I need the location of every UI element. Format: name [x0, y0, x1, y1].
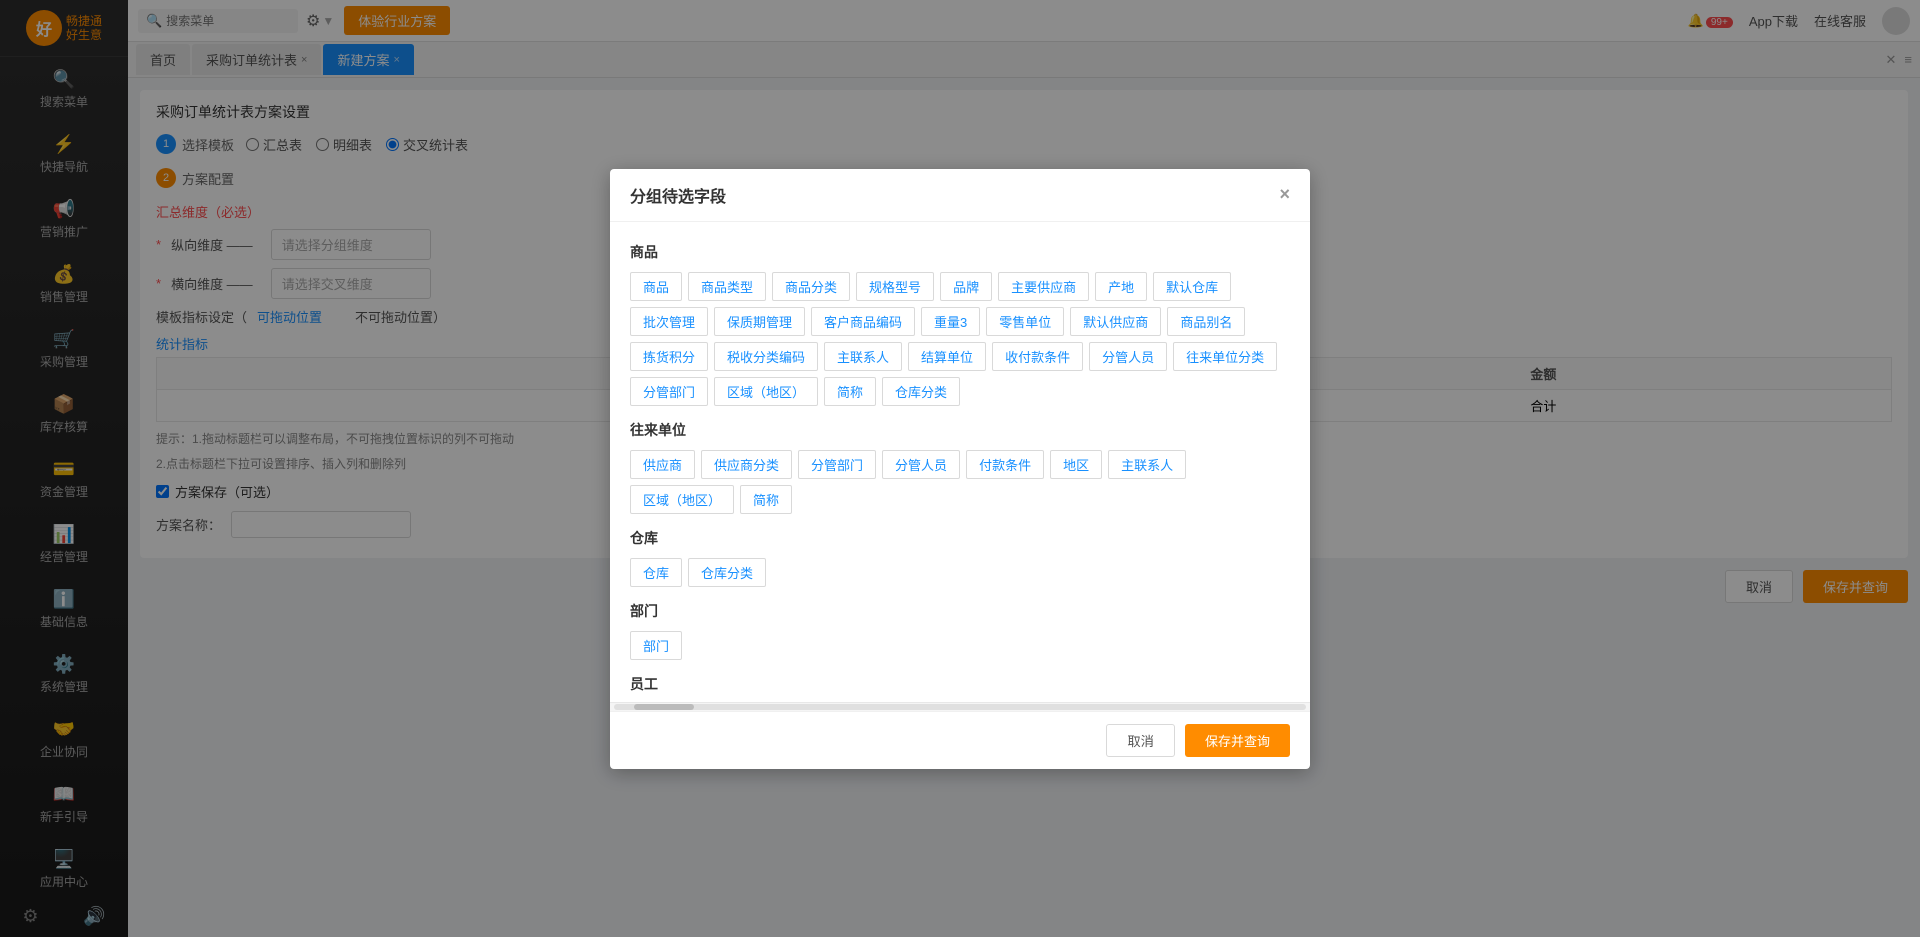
field-tag[interactable]: 简称	[824, 377, 876, 406]
field-tag[interactable]: 默认供应商	[1070, 307, 1161, 336]
modal-footer: 取消 保存并查询	[610, 711, 1310, 769]
field-tag[interactable]: 拣货积分	[630, 342, 708, 371]
field-tag[interactable]: 分管部门	[798, 450, 876, 479]
field-tag[interactable]: 税收分类编码	[714, 342, 818, 371]
modal-hscrollbar[interactable]	[610, 702, 1310, 711]
field-tag[interactable]: 商品类型	[688, 272, 766, 301]
field-grid-product: 商品 商品类型 商品分类 规格型号 品牌 主要供应商 产地 默认仓库 批次管理 …	[630, 272, 1290, 406]
field-tag[interactable]: 主要供应商	[998, 272, 1089, 301]
field-tag[interactable]: 结算单位	[908, 342, 986, 371]
field-tag[interactable]: 付款条件	[966, 450, 1044, 479]
modal-cancel-button[interactable]: 取消	[1106, 724, 1175, 757]
section-title-product: 商品	[630, 242, 1290, 262]
field-tag[interactable]: 商品别名	[1167, 307, 1245, 336]
h-scroll-thumb[interactable]	[634, 704, 694, 710]
field-tag[interactable]: 区域（地区）	[714, 377, 818, 406]
field-tag[interactable]: 分管部门	[630, 377, 708, 406]
section-title-employee: 员工	[630, 674, 1290, 694]
field-tag[interactable]: 往来单位分类	[1173, 342, 1277, 371]
section-title-department: 部门	[630, 601, 1290, 621]
field-tag[interactable]: 批次管理	[630, 307, 708, 336]
field-tag[interactable]: 仓库分类	[688, 558, 766, 587]
field-tag[interactable]: 商品	[630, 272, 682, 301]
field-tag[interactable]: 简称	[740, 485, 792, 514]
modal-close-button[interactable]: ×	[1279, 184, 1290, 205]
field-tag[interactable]: 分管人员	[882, 450, 960, 479]
field-tag[interactable]: 客户商品编码	[811, 307, 915, 336]
field-tag[interactable]: 零售单位	[986, 307, 1064, 336]
field-tag[interactable]: 规格型号	[856, 272, 934, 301]
field-tag[interactable]: 仓库分类	[882, 377, 960, 406]
field-tag[interactable]: 部门	[630, 631, 682, 660]
field-tag[interactable]: 主联系人	[1108, 450, 1186, 479]
field-grid-warehouse: 仓库 仓库分类	[630, 558, 1290, 587]
field-tag[interactable]: 产地	[1095, 272, 1147, 301]
field-tag[interactable]: 主联系人	[824, 342, 902, 371]
field-tag[interactable]: 保质期管理	[714, 307, 805, 336]
modal-body: 商品 商品 商品类型 商品分类 规格型号 品牌 主要供应商 产地 默认仓库 批次…	[610, 222, 1310, 702]
h-scroll-track	[614, 704, 1306, 710]
field-tag[interactable]: 分管人员	[1089, 342, 1167, 371]
section-title-counterpart: 往来单位	[630, 420, 1290, 440]
section-title-warehouse: 仓库	[630, 528, 1290, 548]
field-tag[interactable]: 商品分类	[772, 272, 850, 301]
field-tag[interactable]: 仓库	[630, 558, 682, 587]
field-tag[interactable]: 供应商分类	[701, 450, 792, 479]
field-tag[interactable]: 默认仓库	[1153, 272, 1231, 301]
modal-save-button[interactable]: 保存并查询	[1185, 724, 1290, 757]
field-select-modal: 分组待选字段 × 商品 商品 商品类型 商品分类 规格型号 品牌 主要供应商 产…	[610, 169, 1310, 769]
field-tag[interactable]: 收付款条件	[992, 342, 1083, 371]
field-tag[interactable]: 供应商	[630, 450, 695, 479]
modal-title: 分组待选字段	[630, 183, 726, 207]
field-tag[interactable]: 地区	[1050, 450, 1102, 479]
field-tag[interactable]: 区域（地区）	[630, 485, 734, 514]
field-grid-department: 部门	[630, 631, 1290, 660]
modal-header: 分组待选字段 ×	[610, 169, 1310, 222]
field-tag[interactable]: 重量3	[921, 307, 980, 336]
field-tag[interactable]: 品牌	[940, 272, 992, 301]
field-grid-counterpart: 供应商 供应商分类 分管部门 分管人员 付款条件 地区 主联系人 区域（地区） …	[630, 450, 1290, 514]
